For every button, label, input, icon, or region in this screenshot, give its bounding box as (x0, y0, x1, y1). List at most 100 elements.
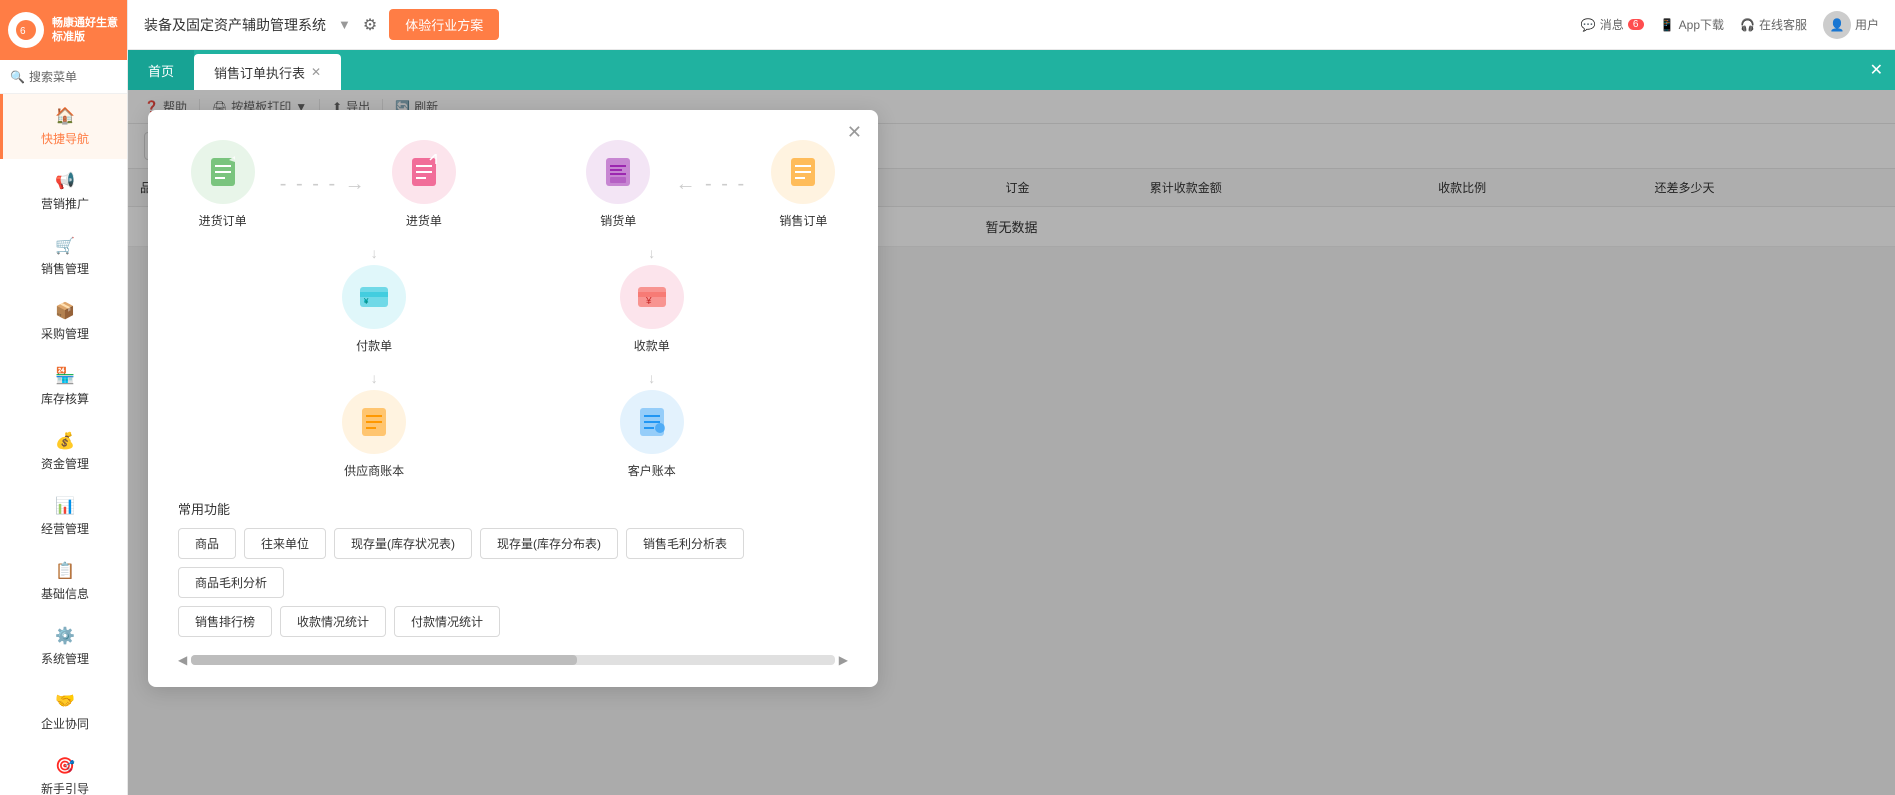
modal-close-btn[interactable]: ✕ (847, 122, 862, 143)
svg-text:6: 6 (20, 26, 26, 37)
sidebar-nav: 🏠 快捷导航 📢 营销推广 🛒 销售管理 📦 采购管理 🏪 库存核算 💰 (0, 94, 127, 795)
sidebar-item-newbie[interactable]: 🎯 新手引导 (0, 744, 127, 795)
tabbar: 首页 销售订单执行表 ✕ ✕ (128, 50, 1895, 90)
message-label: 消息 (1600, 16, 1624, 33)
func-sales-rank[interactable]: 销售排行榜 (178, 606, 272, 637)
sidebar-item-finance-label: 资金管理 (41, 455, 89, 472)
basic-icon: 📋 (55, 561, 75, 581)
flow-payment[interactable]: ¥ 付款单 (342, 265, 406, 354)
tab-sales-order[interactable]: 销售订单执行表 ✕ (194, 54, 341, 90)
sidebar-item-purchase-label: 采购管理 (41, 325, 89, 342)
sidebar-item-cooperation-label: 企业协同 (41, 715, 89, 732)
payment-circle: ¥ (342, 265, 406, 329)
svg-text:¥: ¥ (363, 297, 369, 306)
scroll-right-arrow[interactable]: ▶ (839, 653, 848, 667)
tab-home[interactable]: 首页 (128, 50, 194, 90)
func-product[interactable]: 商品 (178, 528, 236, 559)
func-sales-margin[interactable]: 销售毛利分析表 (626, 528, 744, 559)
tab-sales-order-label: 销售订单执行表 (214, 63, 305, 82)
logo-icon: 6 (8, 12, 44, 48)
sidebar-search[interactable]: 🔍 搜索菜单 (0, 60, 127, 94)
scrollbar-track[interactable] (191, 655, 835, 665)
scroll-left-arrow[interactable]: ◀ (178, 653, 187, 667)
inventory-icon: 🏪 (55, 366, 75, 386)
sidebar-item-basic[interactable]: 📋 基础信息 (0, 549, 127, 614)
experience-btn[interactable]: 体验行业方案 (389, 9, 499, 40)
newbie-icon: 🎯 (55, 756, 75, 776)
search-icon: 🔍 (10, 70, 25, 84)
sales-bill-circle (586, 140, 650, 204)
sidebar-item-newbie-label: 新手引导 (41, 780, 89, 795)
close-all-icon[interactable]: ✕ (1870, 62, 1883, 79)
dropdown-arrow-icon[interactable]: ▼ (338, 17, 351, 32)
sidebar-item-operation-label: 经营管理 (41, 520, 89, 537)
sidebar-item-quick[interactable]: 🏠 快捷导航 (0, 94, 127, 159)
sidebar-item-system[interactable]: ⚙️ 系统管理 (0, 614, 127, 679)
func-stock-status[interactable]: 现存量(库存状况表) (334, 528, 472, 559)
flow-sales-order[interactable]: 销售订单 (771, 140, 835, 229)
user-name: 用户 (1855, 16, 1879, 33)
message-icon: 💬 (1581, 18, 1596, 32)
sidebar-item-quick-label: 快捷导航 (41, 130, 89, 147)
user-item[interactable]: 👤 用户 (1823, 11, 1879, 39)
purchase-bill-label: 进货单 (406, 212, 442, 229)
supplier-ledger-circle (342, 390, 406, 454)
sidebar-item-cooperation[interactable]: 🤝 企业协同 (0, 679, 127, 744)
sidebar-item-inventory[interactable]: 🏪 库存核算 (0, 354, 127, 419)
settings-icon[interactable]: ⚙ (363, 15, 377, 35)
message-item[interactable]: 💬 消息 6 (1581, 16, 1644, 33)
app-download-item[interactable]: 📱 App下载 (1660, 16, 1724, 33)
payment-label: 付款单 (356, 337, 392, 354)
app-download-label: App下载 (1679, 16, 1724, 33)
flow-diagram: 进货订单 - - - - → 进货单 (178, 140, 848, 479)
online-service-item[interactable]: 🎧 在线客服 (1740, 16, 1807, 33)
service-icon: 🎧 (1740, 18, 1755, 32)
func-stock-dist[interactable]: 现存量(库存分布表) (480, 528, 618, 559)
flow-purchase-bill[interactable]: 进货单 (392, 140, 456, 229)
search-label: 搜索菜单 (29, 68, 77, 85)
receipt-circle: ¥ (620, 265, 684, 329)
arrow-h2: ← - - - (675, 173, 746, 196)
topbar: 装备及固定资产辅助管理系统 ▼ ⚙ 体验行业方案 💬 消息 6 📱 App下载 … (128, 0, 1895, 50)
marketing-icon: 📢 (55, 171, 75, 191)
supplier-ledger-label: 供应商账本 (344, 462, 404, 479)
flow-receipt[interactable]: ¥ 收款单 (620, 265, 684, 354)
flow-purchase-order[interactable]: 进货订单 (191, 140, 255, 229)
online-service-label: 在线客服 (1759, 16, 1807, 33)
sales-icon: 🛒 (55, 236, 75, 256)
func-counterpart[interactable]: 往来单位 (244, 528, 326, 559)
phone-icon: 📱 (1660, 18, 1675, 32)
flow-sales-bill[interactable]: 销货单 (586, 140, 650, 229)
content-area: ❓ 帮助 🖨 按模板打印 ▼ ⬆ 导出 🔄 刷新 (128, 90, 1895, 795)
message-badge: 6 (1628, 19, 1644, 30)
system-icon: ⚙️ (55, 626, 75, 646)
system-title: 装备及固定资产辅助管理系统 (144, 15, 326, 35)
sales-bill-label: 销货单 (600, 212, 636, 229)
sidebar-item-purchase[interactable]: 📦 采购管理 (0, 289, 127, 354)
sidebar: 6 畅康通好生意 标准版 🔍 搜索菜单 🏠 快捷导航 📢 营销推广 🛒 销售管理 (0, 0, 128, 795)
sidebar-item-basic-label: 基础信息 (41, 585, 89, 602)
sidebar-item-sales[interactable]: 🛒 销售管理 (0, 224, 127, 289)
topbar-right: 💬 消息 6 📱 App下载 🎧 在线客服 👤 用户 (1581, 11, 1879, 39)
sidebar-item-marketing-label: 营销推广 (41, 195, 89, 212)
common-funcs: 常用功能 商品 往来单位 现存量(库存状况表) 现存量(库存分布表) 销售毛利分… (178, 499, 848, 637)
sales-order-circle (771, 140, 835, 204)
func-receipt-stat[interactable]: 收款情况统计 (280, 606, 386, 637)
flow-supplier-ledger[interactable]: 供应商账本 (342, 390, 406, 479)
sidebar-item-marketing[interactable]: 📢 营销推广 (0, 159, 127, 224)
flow-customer-ledger[interactable]: 客户账本 (620, 390, 684, 479)
func-btns-row2: 销售排行榜 收款情况统计 付款情况统计 (178, 606, 848, 637)
sidebar-item-operation[interactable]: 📊 经营管理 (0, 484, 127, 549)
scrollbar-thumb (191, 655, 577, 665)
sidebar-item-finance[interactable]: 💰 资金管理 (0, 419, 127, 484)
tab-close-all[interactable]: ✕ (1870, 60, 1895, 80)
tab-close-icon[interactable]: ✕ (311, 65, 321, 79)
func-product-margin[interactable]: 商品毛利分析 (178, 567, 284, 598)
modal: ✕ 进货订单 - - - - → (148, 110, 878, 687)
customer-ledger-label: 客户账本 (628, 462, 676, 479)
sales-order-label: 销售订单 (779, 212, 827, 229)
func-payment-stat[interactable]: 付款情况统计 (394, 606, 500, 637)
sidebar-item-inventory-label: 库存核算 (41, 390, 89, 407)
logo-text: 畅康通好生意 标准版 (52, 16, 118, 45)
purchase-icon: 📦 (55, 301, 75, 321)
